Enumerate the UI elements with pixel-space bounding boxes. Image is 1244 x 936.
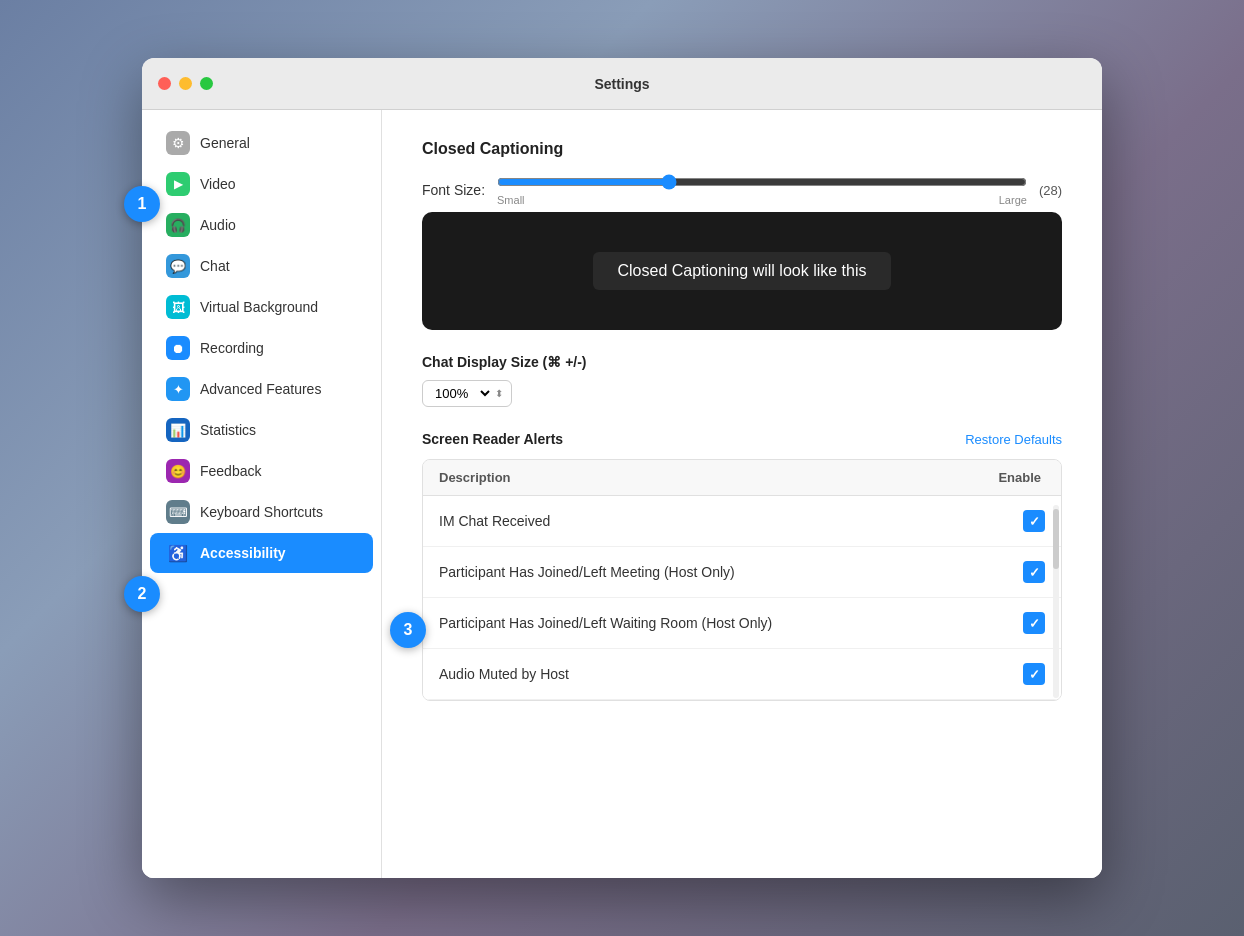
- sidebar-item-general[interactable]: ⚙ General: [150, 123, 373, 163]
- statistics-icon: 📊: [166, 418, 190, 442]
- alert-description-3: Audio Muted by Host: [439, 666, 569, 682]
- sidebar-label-audio: Audio: [200, 217, 236, 233]
- sidebar-label-keyboard-shortcuts: Keyboard Shortcuts: [200, 504, 323, 520]
- font-size-label: Font Size:: [422, 182, 485, 198]
- sidebar-item-video[interactable]: ▶ Video: [150, 164, 373, 204]
- recording-icon: ⏺: [166, 336, 190, 360]
- sidebar-item-advanced-features[interactable]: ✦ Advanced Features: [150, 369, 373, 409]
- minimize-button[interactable]: [179, 77, 192, 90]
- sidebar-item-chat[interactable]: 💬 Chat: [150, 246, 373, 286]
- accessibility-icon: ♿: [166, 541, 190, 565]
- close-button[interactable]: [158, 77, 171, 90]
- sidebar-item-keyboard-shortcuts[interactable]: ⌨ Keyboard Shortcuts: [150, 492, 373, 532]
- window-title: Settings: [594, 76, 649, 92]
- font-size-slider-container: Small Large: [497, 174, 1027, 206]
- annotation-bubble-1: 1: [124, 186, 160, 222]
- sidebar-label-general: General: [200, 135, 250, 151]
- sidebar: ⚙ General ▶ Video 🎧 Audio 💬 Chat 🖼: [142, 110, 382, 878]
- screen-reader-title: Screen Reader Alerts: [422, 431, 563, 447]
- sidebar-label-video: Video: [200, 176, 236, 192]
- screen-reader-section: Screen Reader Alerts Restore Defaults De…: [422, 431, 1062, 701]
- sidebar-label-feedback: Feedback: [200, 463, 261, 479]
- sidebar-item-feedback[interactable]: 😊 Feedback: [150, 451, 373, 491]
- restore-defaults-button[interactable]: Restore Defaults: [965, 432, 1062, 447]
- alert-checkbox-3[interactable]: [1023, 663, 1045, 685]
- chat-display-title: Chat Display Size (⌘ +/-): [422, 354, 1062, 370]
- table-header: Description Enable: [423, 460, 1061, 496]
- sidebar-item-accessibility[interactable]: ♿ Accessibility: [150, 533, 373, 573]
- sidebar-item-statistics[interactable]: 📊 Statistics: [150, 410, 373, 450]
- alert-checkbox-0[interactable]: [1023, 510, 1045, 532]
- sidebar-label-advanced-features: Advanced Features: [200, 381, 321, 397]
- content-area: Closed Captioning Font Size: Small Large…: [382, 110, 1102, 878]
- annotation-bubble-3: 3: [390, 612, 426, 648]
- closed-captioning-section: Closed Captioning Font Size: Small Large…: [422, 140, 1062, 330]
- scrollbar-thumb: [1053, 509, 1059, 569]
- general-icon: ⚙: [166, 131, 190, 155]
- chat-icon: 💬: [166, 254, 190, 278]
- font-size-row: Font Size: Small Large (28): [422, 174, 1062, 206]
- table-row: Audio Muted by Host: [423, 649, 1061, 700]
- screen-reader-header: Screen Reader Alerts Restore Defaults: [422, 431, 1062, 447]
- sidebar-item-recording[interactable]: ⏺ Recording: [150, 328, 373, 368]
- caption-preview: Closed Captioning will look like this: [422, 212, 1062, 330]
- alert-checkbox-1[interactable]: [1023, 561, 1045, 583]
- virtual-background-icon: 🖼: [166, 295, 190, 319]
- chat-display-select[interactable]: 75% 100% 125% 150%: [431, 385, 493, 402]
- font-size-value: (28): [1039, 183, 1062, 198]
- audio-icon: 🎧: [166, 213, 190, 237]
- settings-window: Settings ⚙ General ▶ Video 🎧 Audio: [142, 58, 1102, 878]
- maximize-button[interactable]: [200, 77, 213, 90]
- sidebar-item-virtual-background[interactable]: 🖼 Virtual Background: [150, 287, 373, 327]
- caption-preview-text: Closed Captioning will look like this: [593, 252, 890, 290]
- alerts-table-wrapper: Description Enable IM Chat Received Part…: [422, 459, 1062, 701]
- keyboard-shortcuts-icon: ⌨: [166, 500, 190, 524]
- sidebar-label-statistics: Statistics: [200, 422, 256, 438]
- titlebar: Settings: [142, 58, 1102, 110]
- table-row: Participant Has Joined/Left Meeting (Hos…: [423, 547, 1061, 598]
- sidebar-label-chat: Chat: [200, 258, 230, 274]
- slider-label-small: Small: [497, 194, 525, 206]
- table-header-enable: Enable: [998, 470, 1045, 485]
- slider-label-large: Large: [999, 194, 1027, 206]
- alert-checkbox-2[interactable]: [1023, 612, 1045, 634]
- alert-description-1: Participant Has Joined/Left Meeting (Hos…: [439, 564, 735, 580]
- traffic-lights: [158, 77, 213, 90]
- scrollbar[interactable]: [1053, 505, 1059, 698]
- sidebar-label-virtual-background: Virtual Background: [200, 299, 318, 315]
- chat-display-dropdown[interactable]: 75% 100% 125% 150% ⬍: [422, 380, 512, 407]
- feedback-icon: 😊: [166, 459, 190, 483]
- alert-description-0: IM Chat Received: [439, 513, 550, 529]
- alert-description-2: Participant Has Joined/Left Waiting Room…: [439, 615, 772, 631]
- advanced-features-icon: ✦: [166, 377, 190, 401]
- sidebar-label-accessibility: Accessibility: [200, 545, 286, 561]
- video-icon: ▶: [166, 172, 190, 196]
- chat-display-section: Chat Display Size (⌘ +/-) 75% 100% 125% …: [422, 354, 1062, 407]
- table-row: IM Chat Received: [423, 496, 1061, 547]
- closed-captioning-title: Closed Captioning: [422, 140, 1062, 158]
- table-header-description: Description: [439, 470, 511, 485]
- font-size-slider[interactable]: [497, 174, 1027, 190]
- annotation-bubble-2: 2: [124, 576, 160, 612]
- slider-labels: Small Large: [497, 194, 1027, 206]
- table-row: Participant Has Joined/Left Waiting Room…: [423, 598, 1061, 649]
- sidebar-item-audio[interactable]: 🎧 Audio: [150, 205, 373, 245]
- sidebar-label-recording: Recording: [200, 340, 264, 356]
- window-body: ⚙ General ▶ Video 🎧 Audio 💬 Chat 🖼: [142, 110, 1102, 878]
